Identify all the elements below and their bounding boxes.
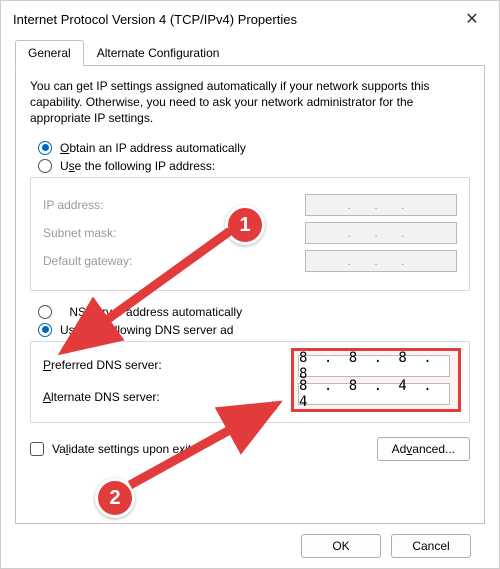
default-gateway-input[interactable]: . . .	[305, 250, 457, 272]
tab-pane-general: You can get IP settings assigned automat…	[15, 66, 485, 524]
radio-dns-manual-label: Use the following DNS server ad	[60, 323, 233, 337]
radio-icon	[38, 323, 52, 337]
dns-fields-group: Preferred DNS server: 8 . 8 . 8 . 8 8 . …	[30, 341, 470, 423]
dialog-body: General Alternate Configuration You can …	[1, 35, 499, 568]
advanced-button[interactable]: Advanced...	[377, 437, 470, 461]
tab-general-label: General	[28, 46, 71, 60]
radio-ip-manual[interactable]: Use the following IP address:	[38, 159, 470, 173]
dns-highlight-box: 8 . 8 . 8 . 8 8 . 8 . 4 . 4	[291, 348, 461, 412]
tab-general[interactable]: General	[15, 40, 84, 66]
dialog-footer: OK Cancel	[15, 524, 485, 558]
preferred-dns-input[interactable]: 8 . 8 . 8 . 8	[298, 355, 450, 377]
field-ip-address: IP address: . . .	[43, 194, 457, 216]
default-gateway-label: Default gateway:	[43, 254, 132, 268]
tab-alternate-configuration[interactable]: Alternate Configuration	[84, 40, 233, 66]
radio-dns-manual[interactable]: Use the following DNS server ad	[38, 323, 470, 337]
validate-checkbox-wrap[interactable]: Validate settings upon exit	[30, 442, 191, 456]
titlebar: Internet Protocol Version 4 (TCP/IPv4) P…	[1, 1, 499, 35]
intro-text: You can get IP settings assigned automat…	[30, 78, 470, 127]
radio-icon	[38, 141, 52, 155]
radio-ip-manual-label: Use the following IP address:	[60, 159, 215, 173]
preferred-dns-label: Preferred DNS server:	[43, 358, 162, 372]
radio-icon	[38, 305, 52, 319]
cancel-button[interactable]: Cancel	[391, 534, 471, 558]
field-default-gateway: Default gateway: . . .	[43, 250, 457, 272]
ip-fields-group: IP address: . . . Subnet mask: . . . Def…	[30, 177, 470, 291]
tab-alt-label: Alternate Configuration	[97, 46, 220, 60]
radio-icon	[38, 159, 52, 173]
validate-row: Validate settings upon exit Advanced...	[30, 437, 470, 461]
subnet-mask-label: Subnet mask:	[43, 226, 116, 240]
window-title: Internet Protocol Version 4 (TCP/IPv4) P…	[13, 12, 297, 27]
field-preferred-dns: Preferred DNS server: 8 . 8 . 8 . 8 8 . …	[43, 358, 457, 372]
validate-label: Validate settings upon exit	[52, 442, 191, 456]
radio-dns-auto[interactable]: O NS server address automatically	[38, 305, 470, 319]
radio-dns-auto-label-tail: NS server address automatically	[69, 305, 242, 319]
radio-ip-auto-label: Obtain an IP address automatically	[60, 141, 246, 155]
radio-ip-auto[interactable]: Obtain an IP address automatically	[38, 141, 470, 155]
ip-address-label: IP address:	[43, 198, 103, 212]
ok-button[interactable]: OK	[301, 534, 381, 558]
alternate-dns-input[interactable]: 8 . 8 . 4 . 4	[298, 383, 450, 405]
alternate-dns-label: Alternate DNS server:	[43, 390, 160, 404]
field-subnet-mask: Subnet mask: . . .	[43, 222, 457, 244]
dialog-window: Internet Protocol Version 4 (TCP/IPv4) P…	[0, 0, 500, 569]
checkbox-icon	[30, 442, 44, 456]
tab-strip: General Alternate Configuration	[15, 39, 485, 66]
subnet-mask-input[interactable]: . . .	[305, 222, 457, 244]
ip-address-input[interactable]: . . .	[305, 194, 457, 216]
close-icon[interactable]: ✕	[457, 9, 487, 29]
